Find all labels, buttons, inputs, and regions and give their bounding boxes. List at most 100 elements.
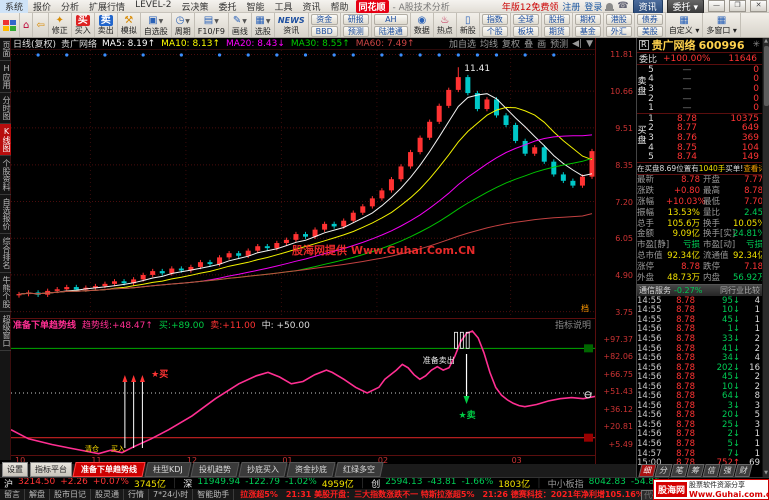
sidebar-item-个股资料[interactable]: 个股资料 bbox=[0, 156, 11, 195]
industry-name-link[interactable]: 通信服务 bbox=[639, 285, 671, 296]
period-dropdown[interactable]: ◷▼ 周期 bbox=[172, 13, 195, 37]
sell-button[interactable]: 卖卖出 bbox=[95, 13, 118, 37]
tab-投机趋势[interactable]: 投机趋势 bbox=[190, 462, 240, 477]
custom-dropdown[interactable]: ▦ 自定义 ▾ bbox=[666, 13, 704, 37]
f10-dropdown[interactable]: ▤▼ F10/F9 bbox=[195, 13, 229, 37]
menu-工具[interactable]: 工具 bbox=[269, 0, 297, 13]
index-stock-bottom-button[interactable]: 个股 bbox=[481, 25, 508, 37]
chart-tool-均线[interactable]: 均线 bbox=[480, 38, 498, 49]
login-link[interactable]: 登录 bbox=[584, 0, 602, 13]
chart-tool-加自选[interactable]: 加自选 bbox=[449, 38, 476, 49]
industry-compare-link[interactable]: 同行业比较 bbox=[720, 285, 760, 296]
sidebar-item-牛熊个股[interactable]: 牛熊个股 bbox=[0, 273, 11, 312]
chart-tool-▼[interactable]: ▼ bbox=[586, 39, 593, 49]
menu-报价[interactable]: 报价 bbox=[28, 0, 56, 13]
chart-period[interactable]: 日线(复权) bbox=[11, 38, 56, 49]
scroll-thumb[interactable] bbox=[764, 46, 769, 106]
report-forecast-top-button[interactable]: 研报 bbox=[342, 13, 369, 25]
register-link[interactable]: 注册 bbox=[562, 0, 580, 13]
bottom-link-股市日记[interactable]: 股市日记 bbox=[50, 489, 91, 500]
bottom-link-智能助手[interactable]: 智能助手 bbox=[193, 489, 235, 500]
tab-资金抄底[interactable]: 资金抄底 bbox=[286, 462, 336, 477]
tab-active[interactable]: 准备下单趋势线 bbox=[72, 462, 146, 477]
ah-hk-bottom-button[interactable]: 陆港通 bbox=[373, 25, 408, 37]
index-item-创[interactable]: 创 2594.13 -43.81 -1.66% 1803亿 bbox=[371, 478, 530, 489]
menu-扩展行情[interactable]: 扩展行情 bbox=[84, 0, 130, 13]
chart-tool-叠[interactable]: 叠 bbox=[524, 38, 533, 49]
home-button[interactable]: ⌂ bbox=[20, 13, 34, 37]
drawline-dropdown[interactable]: ✎▼ 画线 bbox=[229, 13, 252, 37]
bottom-link-股灵通[interactable]: 股灵通 bbox=[91, 489, 124, 500]
indexfut-futures-bottom-button[interactable]: 期货 bbox=[543, 25, 570, 37]
gear-icon[interactable]: ✳ bbox=[752, 40, 760, 50]
restore-button[interactable]: ❐ bbox=[729, 0, 746, 12]
sidebar-item-自选报价[interactable]: 自选报价 bbox=[0, 195, 11, 234]
promo-link[interactable]: 年版12免费领 bbox=[502, 0, 558, 13]
global-sector-top-button[interactable]: 全球 bbox=[512, 13, 539, 25]
options-funds-top-button[interactable]: 期权 bbox=[574, 13, 601, 25]
sidebar-item-分时图[interactable]: 分时图 bbox=[0, 93, 11, 124]
palette-icon[interactable] bbox=[0, 13, 20, 37]
news-button[interactable]: NEWS 资讯 bbox=[275, 13, 309, 37]
headset-icon[interactable]: ☎ bbox=[617, 1, 628, 11]
view-detail-link[interactable]: 查看详细 bbox=[743, 163, 762, 174]
menu-资讯[interactable]: 资讯 bbox=[298, 0, 326, 13]
hk-forex-top-button[interactable]: 港股 bbox=[605, 13, 632, 25]
index-item-沪[interactable]: 沪 3214.50 +2.26 +0.07% 3745亿 bbox=[4, 478, 166, 489]
sidebar-item-H应用[interactable]: H应用 bbox=[0, 61, 11, 93]
quote-scrollbar[interactable]: ▲ ▼ bbox=[762, 38, 769, 477]
index-item-深[interactable]: 深 11949.94 -122.79 -1.02% 4959亿 bbox=[183, 478, 353, 489]
correct-button[interactable]: ✦ 修正 bbox=[49, 13, 72, 37]
kline-chart[interactable]: 11.41 bbox=[11, 50, 595, 318]
chart-tool-◀|[interactable]: ◀| bbox=[572, 39, 582, 49]
tab-红绿多空[interactable]: 红绿多空 bbox=[334, 462, 384, 477]
bonds-us-bottom-button[interactable]: 美股 bbox=[636, 25, 663, 37]
menu-云决策[interactable]: 云决策 bbox=[176, 0, 213, 13]
watchlist-dropdown[interactable]: ▣▼ 自选股 bbox=[141, 13, 172, 37]
info-marker[interactable]: 档 bbox=[581, 303, 589, 314]
ah-hk-top-button[interactable]: AH bbox=[373, 13, 408, 25]
multiwindow-dropdown[interactable]: ▦ 多窗口 ▾ bbox=[703, 13, 741, 37]
sidebar-item-页面[interactable]: 页面 bbox=[0, 38, 11, 61]
chart-tool-画[interactable]: 画 bbox=[537, 38, 546, 49]
report-forecast-bottom-button[interactable]: 预测 bbox=[342, 25, 369, 37]
index-item-中小板指[interactable]: 中小板指 8042.83 -54.86 bbox=[548, 478, 660, 489]
minimize-button[interactable]: — bbox=[708, 0, 725, 12]
close-button[interactable]: ✕ bbox=[750, 0, 767, 12]
chart-tool-复权[interactable]: 复权 bbox=[502, 38, 520, 49]
index-stock-top-button[interactable]: 指数 bbox=[481, 13, 508, 25]
hk-forex-bottom-button[interactable]: 外汇 bbox=[605, 25, 632, 37]
newstock-button[interactable]: ▯ 新股 bbox=[457, 13, 480, 37]
bottom-link-7*24小时[interactable]: 7*24小时 bbox=[149, 489, 194, 500]
sidebar-item-综合排名[interactable]: 综合排名 bbox=[0, 234, 11, 273]
tab-柱型KDJ[interactable]: 柱型KDJ bbox=[144, 462, 192, 477]
menu-智能[interactable]: 智能 bbox=[241, 0, 269, 13]
button-设置[interactable]: 设置 bbox=[2, 462, 28, 477]
bottom-link-留言[interactable]: 留言 bbox=[0, 489, 25, 500]
bottom-link-解盘[interactable]: 解盘 bbox=[25, 489, 50, 500]
order-notice[interactable]: 在买盘8.69位置有1040手买单! 查看详细 bbox=[637, 161, 762, 175]
back-button[interactable]: ⇦ bbox=[33, 13, 49, 37]
menu-委托[interactable]: 委托 bbox=[213, 0, 241, 13]
menu-系统[interactable]: 系统 bbox=[0, 0, 29, 13]
sidebar-item-超级窗口[interactable]: 超级窗口 bbox=[0, 312, 11, 351]
scroll-up-icon[interactable]: ▲ bbox=[763, 38, 769, 45]
news-button[interactable]: 资讯 bbox=[632, 0, 663, 14]
funds-bbd-bottom-button[interactable]: BBD bbox=[310, 25, 338, 37]
indicator-pane[interactable]: ★买清仓 买入 准备卖出 ★卖 bbox=[11, 330, 595, 456]
bonds-us-top-button[interactable]: 债券 bbox=[636, 13, 663, 25]
bell-icon[interactable] bbox=[605, 3, 615, 11]
tab-抄底买入[interactable]: 抄底买入 bbox=[238, 462, 288, 477]
menu-分析[interactable]: 分析 bbox=[56, 0, 84, 13]
global-sector-bottom-button[interactable]: 板块 bbox=[512, 25, 539, 37]
quote-stock-name[interactable]: 贵广网络 bbox=[652, 38, 696, 53]
indexfut-futures-top-button[interactable]: 股指 bbox=[543, 13, 570, 25]
menu-LEVEL-2[interactable]: LEVEL-2 bbox=[130, 0, 176, 13]
buy-button[interactable]: 买买入 bbox=[72, 13, 95, 37]
menu-帮助[interactable]: 帮助 bbox=[326, 0, 354, 13]
quote-tab-财[interactable]: 财 bbox=[734, 464, 753, 477]
chart-tool-预测[interactable]: 预测 bbox=[550, 38, 568, 49]
funds-bbd-top-button[interactable]: 资金 bbox=[310, 13, 338, 25]
data-button[interactable]: ◉ 数据 bbox=[411, 13, 434, 37]
scroll-down-icon[interactable]: ▼ bbox=[763, 470, 769, 477]
